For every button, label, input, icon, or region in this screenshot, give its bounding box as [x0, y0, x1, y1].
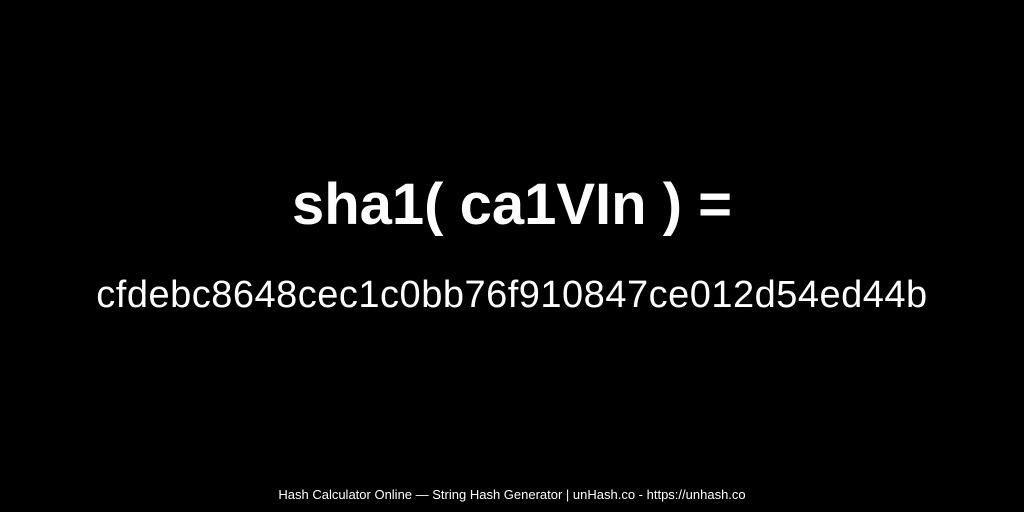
hash-expression: sha1( ca1VIn ) = — [292, 171, 732, 238]
hash-value: cfdebc8648cec1c0bb76f910847ce012d54ed44b — [96, 274, 927, 317]
hash-display: sha1( ca1VIn ) = cfdebc8648cec1c0bb76f91… — [0, 0, 1024, 487]
footer-text: Hash Calculator Online — String Hash Gen… — [0, 487, 1024, 512]
